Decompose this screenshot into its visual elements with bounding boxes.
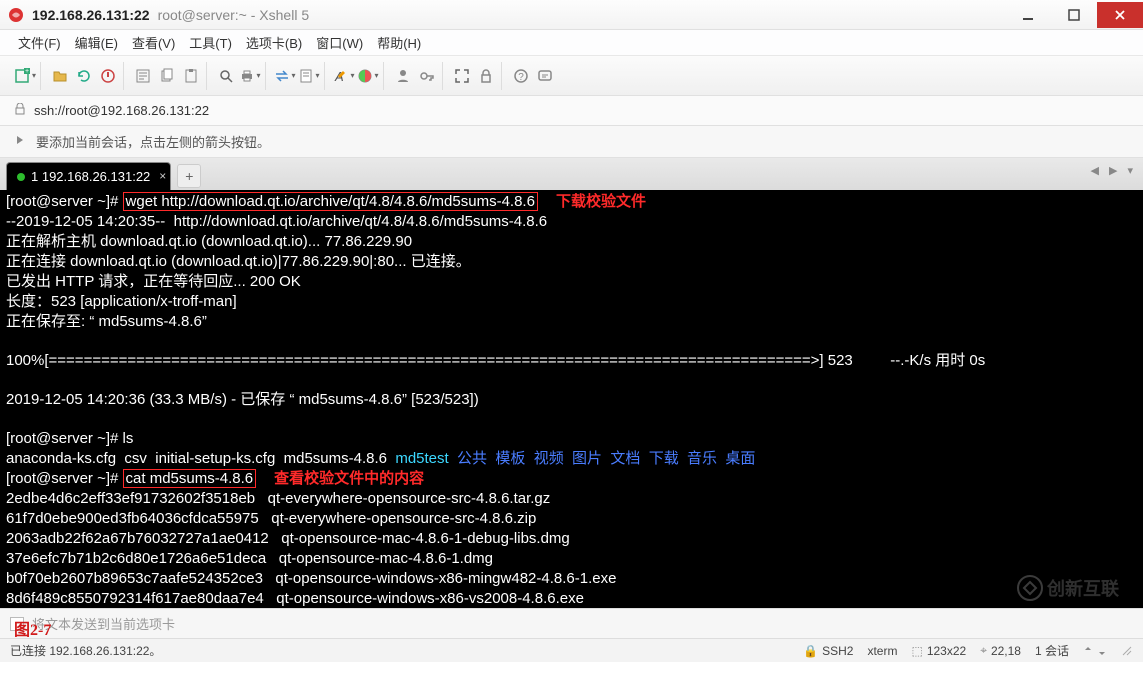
menu-window[interactable]: 窗口(W) (316, 33, 363, 52)
status-grabber (1121, 645, 1133, 657)
tab-label: 1 192.168.26.131:22 (31, 169, 150, 184)
term-line: 已发出 HTTP 请求，正在等待回应... 200 OK (6, 273, 301, 290)
menu-edit[interactable]: 编辑(E) (75, 33, 118, 52)
close-button[interactable] (1097, 2, 1143, 28)
term-line: 正在连接 download.qt.io (download.qt.io)|77.… (6, 253, 471, 270)
open-icon[interactable] (49, 65, 71, 87)
status-updown (1083, 646, 1107, 656)
menu-tab[interactable]: 选项卡(B) (246, 33, 302, 52)
prompt: [root@server ~]# (6, 470, 123, 487)
key-icon[interactable] (416, 65, 438, 87)
send-bar: 将文本发送到当前选项卡 创新互联 (0, 608, 1143, 638)
menu-file[interactable]: 文件(F) (18, 33, 61, 52)
status-proto: 🔒SSH2 (803, 644, 853, 658)
term-line: 2019-12-05 14:20:36 (33.3 MB/s) - 已保存 “ … (6, 391, 479, 408)
send-placeholder[interactable]: 将文本发送到当前选项卡 (32, 614, 175, 633)
prompt: [root@server ~]# (6, 193, 123, 210)
properties-icon[interactable] (132, 65, 154, 87)
add-tab-button[interactable]: + (177, 164, 201, 188)
menu-tools[interactable]: 工具(T) (189, 33, 232, 52)
status-bar: 已连接 192.168.26.131:22。 🔒SSH2 xterm ⬚123x… (0, 638, 1143, 662)
status-sessions: 1 会话 (1035, 642, 1069, 659)
menubar: 文件(F) 编辑(E) 查看(V) 工具(T) 选项卡(B) 窗口(W) 帮助(… (0, 30, 1143, 56)
ls-dirs: 公共 模板 视频 图片 文档 下载 音乐 桌面 (449, 450, 756, 467)
lock-small-icon: 🔒 (803, 644, 818, 658)
ls-exec: md5test (395, 450, 448, 467)
window-controls (1005, 2, 1143, 28)
reconnect-icon[interactable] (73, 65, 95, 87)
hint-bar: 要添加当前会话，点击左侧的箭头按钮。 (0, 126, 1143, 158)
size-icon: ⬚ (911, 644, 922, 658)
transfer-icon[interactable]: ▾ (274, 65, 296, 87)
tab-close-icon[interactable]: × (159, 169, 166, 183)
status-connection: 已连接 192.168.26.131:22。 (10, 642, 789, 659)
term-line: 正在解析主机 download.qt.io (download.qt.io)..… (6, 233, 412, 250)
term-line: 正在保存至: “ md5sums-4.8.6” (6, 313, 207, 330)
terminal[interactable]: [root@server ~]# wget http://download.qt… (0, 190, 1143, 608)
session-tab[interactable]: 1 192.168.26.131:22 × (6, 162, 171, 190)
term-line: --2019-12-05 14:20:35-- http://download.… (6, 213, 547, 230)
titlebar: 192.168.26.131:22 root@server:~ - Xshell… (0, 0, 1143, 30)
compose-icon[interactable] (534, 65, 556, 87)
hint-arrow-icon[interactable] (14, 133, 28, 150)
color-icon[interactable]: ▾ (357, 65, 379, 87)
print-icon[interactable]: ▾ (239, 65, 261, 87)
md5-line: 8d6f489c8550792314f617ae80daa7e4 qt-open… (6, 590, 584, 607)
cmd-wget: wget http://download.qt.io/archive/qt/4.… (123, 192, 538, 211)
svg-text:+: + (25, 68, 29, 75)
connected-dot-icon (17, 173, 25, 181)
title-ip: 192.168.26.131:22 (32, 7, 150, 23)
term-line: 100%[===================================… (6, 352, 985, 369)
annotation-cat: 查看校验文件中的内容 (274, 471, 424, 487)
status-term: xterm (867, 644, 897, 658)
md5-line: 37e6efc7b71b2c6d80e1726a6e51deca qt-open… (6, 550, 493, 567)
cursor-icon: ⌖ (980, 643, 987, 658)
figure-label: 图2-7 (14, 616, 51, 640)
annotation-download: 下载校验文件 (556, 194, 646, 210)
md5-line: b0f70eb2607b89653c7aafe524352ce3 qt-open… (6, 570, 616, 587)
status-size: ⬚123x22 (911, 644, 966, 658)
tab-prev-icon[interactable]: ◀ (1087, 162, 1103, 179)
new-session-icon[interactable]: +▾ (14, 65, 36, 87)
maximize-button[interactable] (1051, 2, 1097, 28)
paste-icon[interactable] (180, 65, 202, 87)
help-icon[interactable]: ? (510, 65, 532, 87)
ssh-lock-icon (14, 103, 28, 118)
term-line: 长度：523 [application/x-troff-man] (6, 293, 237, 310)
font-icon[interactable]: A▾ (333, 65, 355, 87)
tab-strip: 1 192.168.26.131:22 × + ◀ ▶ ▾ (0, 158, 1143, 190)
status-pos: ⌖22,18 (980, 643, 1021, 658)
title-subtitle: root@server:~ - Xshell 5 (158, 7, 310, 23)
svg-text:?: ? (518, 72, 524, 83)
search-icon[interactable] (215, 65, 237, 87)
script-icon[interactable]: ▾ (298, 65, 320, 87)
ls-output: anaconda-ks.cfg csv initial-setup-ks.cfg… (6, 450, 395, 467)
prompt: [root@server ~]# ls (6, 430, 133, 447)
minimize-button[interactable] (1005, 2, 1051, 28)
tab-list-icon[interactable]: ▾ (1123, 162, 1137, 179)
md5-line: 2063adb22f62a67b76032727a1ae0412 qt-open… (6, 530, 570, 547)
toolbar: +▾ ▾ ▾ ▾ A▾ ▾ ? (0, 56, 1143, 96)
tab-next-icon[interactable]: ▶ (1105, 162, 1121, 179)
address-text[interactable]: ssh://root@192.168.26.131:22 (34, 103, 209, 118)
hint-text: 要添加当前会话，点击左侧的箭头按钮。 (36, 132, 270, 151)
tab-nav: ◀ ▶ ▾ (1087, 162, 1137, 179)
md5-line: 2edbe4d6c2eff33ef91732602f3518eb qt-ever… (6, 490, 550, 507)
user-icon[interactable] (392, 65, 414, 87)
md5-line: 61f7d0ebe900ed3fb64036cfdca55975 qt-ever… (6, 510, 536, 527)
cmd-cat: cat md5sums-4.8.6 (123, 469, 257, 488)
address-bar: ssh://root@192.168.26.131:22 (0, 96, 1143, 126)
copy-icon[interactable] (156, 65, 178, 87)
menu-help[interactable]: 帮助(H) (377, 33, 421, 52)
disconnect-icon[interactable] (97, 65, 119, 87)
menu-view[interactable]: 查看(V) (132, 33, 175, 52)
lock-icon[interactable] (475, 65, 497, 87)
fullscreen-icon[interactable] (451, 65, 473, 87)
app-icon (8, 7, 24, 23)
